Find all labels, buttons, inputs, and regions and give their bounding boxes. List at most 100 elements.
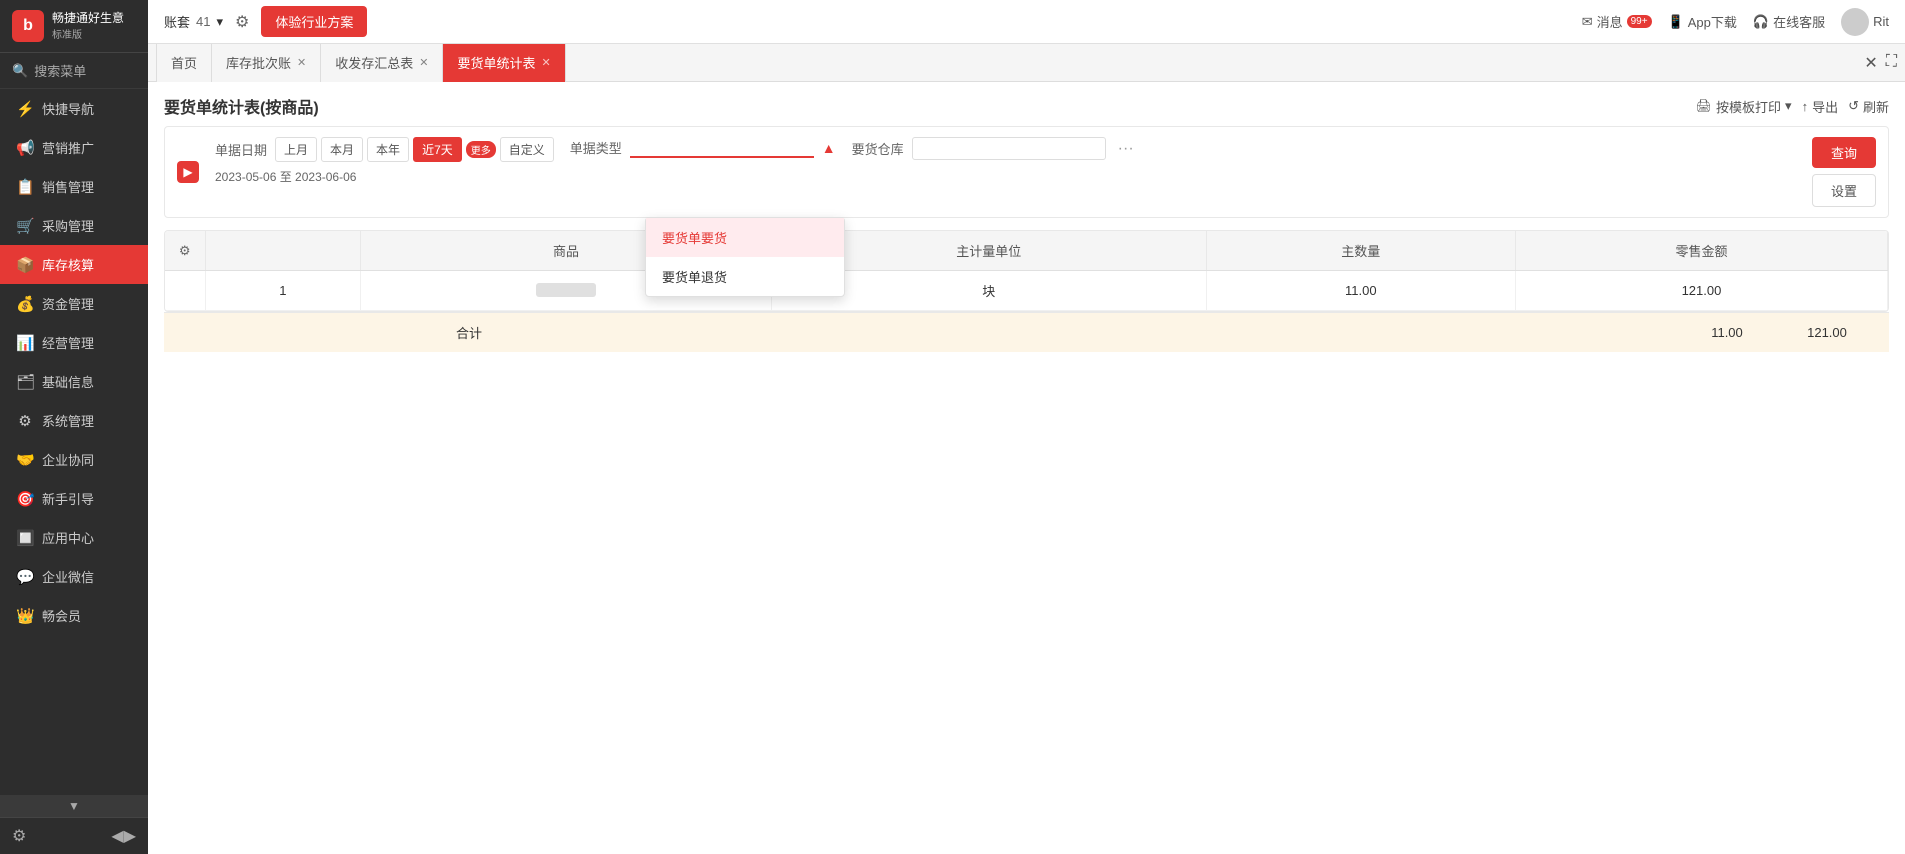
tab-order-stats-close[interactable]: ✕ [542, 56, 551, 69]
basic-icon: 🗂 [16, 373, 34, 391]
row-index: 1 [205, 271, 361, 311]
col-quantity: 主数量 [1206, 231, 1515, 271]
tab-receive-summary[interactable]: 收发存汇总表 ✕ [321, 44, 443, 82]
search-menu[interactable]: 🔍 搜索菜单 [0, 53, 148, 89]
topbar-gear-icon[interactable]: ⚙ [235, 12, 249, 32]
date-curr-month[interactable]: 本月 [321, 137, 363, 162]
date-prev-month[interactable]: 上月 [275, 137, 317, 162]
sidebar-item-enterprise[interactable]: 🤝 企业协同 [0, 440, 148, 479]
sidebar-item-label: 新手引导 [42, 489, 94, 508]
sidebar-item-sales[interactable]: 📋 销售管理 [0, 167, 148, 206]
collapse-icon[interactable]: ◀▶ [111, 826, 136, 846]
filter-bar: ▶ 单据日期 上月 本月 本年 近7天 更多 自定义 20 [164, 126, 1889, 218]
brand-sub: 标准版 [52, 26, 124, 41]
account-selector[interactable]: 账套 41 ▾ [164, 12, 223, 31]
table-container: ⚙ 商品 主计量单位 主数量 零售金额 1 [164, 230, 1889, 312]
page-container: 要货单统计表(按商品) 🖨 按模板打印 ▾ ↑ 导出 ↺ 刷新 ▶ [148, 82, 1905, 854]
sidebar-nav: ⚡ 快捷导航 📢 营销推广 📋 销售管理 🛒 采购管理 📦 库存核算 💰 资金管… [0, 89, 148, 795]
dropdown-item-order-return[interactable]: 要货单退货 [646, 257, 844, 296]
filter-actions: 查询 设置 [1812, 137, 1876, 207]
date-7days[interactable]: 近7天 [413, 137, 462, 162]
tab-inventory-batch[interactable]: 库存批次账 ✕ [212, 44, 321, 82]
sidebar-item-inventory[interactable]: 📦 库存核算 [0, 245, 148, 284]
date-range: 2023-05-06 至 2023-06-06 [215, 168, 554, 185]
sidebar-item-label: 库存核算 [42, 255, 94, 274]
date-more-badge[interactable]: 更多 [466, 141, 496, 158]
type-filter-chevron-up[interactable]: ▲ [822, 140, 836, 156]
sidebar-item-purchase[interactable]: 🛒 采购管理 [0, 206, 148, 245]
user-profile[interactable]: Rit [1841, 8, 1889, 36]
topbar-left: 账套 41 ▾ ⚙ 体验行业方案 [164, 6, 367, 37]
tab-order-stats[interactable]: 要货单统计表 ✕ [443, 44, 565, 82]
warehouse-more-icon[interactable]: ··· [1118, 140, 1134, 158]
refresh-button[interactable]: ↺ 刷新 [1848, 97, 1889, 116]
warehouse-filter-group: 要货仓库 ··· [852, 137, 1134, 160]
page-actions: 🖨 按模板打印 ▾ ↑ 导出 ↺ 刷新 [1696, 97, 1890, 116]
total-quantity: 11.00 [1677, 325, 1777, 340]
sidebar-item-label: 基础信息 [42, 372, 94, 391]
date-filter-col: 单据日期 上月 本月 本年 近7天 更多 自定义 2023-05-06 至 20… [215, 137, 554, 185]
sidebar-item-apps[interactable]: 🔲 应用中心 [0, 518, 148, 557]
sidebar-scroll-down[interactable]: ▼ [0, 795, 148, 817]
tab-receive-summary-close[interactable]: ✕ [419, 56, 428, 69]
data-table: ⚙ 商品 主计量单位 主数量 零售金额 1 [165, 231, 1888, 311]
date-custom[interactable]: 自定义 [500, 137, 554, 162]
sidebar-item-finance[interactable]: 💰 资金管理 [0, 284, 148, 323]
tab-receive-summary-label: 收发存汇总表 [335, 53, 413, 72]
filter-expand-button[interactable]: ▶ [177, 161, 199, 183]
online-service-button[interactable]: 🎧 在线客服 [1753, 12, 1825, 31]
sidebar-item-quick-nav[interactable]: ⚡ 快捷导航 [0, 89, 148, 128]
col-index [205, 231, 361, 271]
warehouse-filter-input[interactable] [912, 137, 1106, 160]
sidebar-item-label: 系统管理 [42, 411, 94, 430]
export-icon: ↑ [1802, 99, 1809, 114]
sidebar-item-system[interactable]: ⚙ 系统管理 [0, 401, 148, 440]
sidebar-item-label: 营销推广 [42, 138, 94, 157]
sidebar-item-label: 应用中心 [42, 528, 94, 547]
tab-inventory-batch-label: 库存批次账 [226, 53, 291, 72]
total-amount: 121.00 [1777, 325, 1877, 340]
tab-home[interactable]: 首页 [156, 44, 212, 82]
tab-home-label: 首页 [171, 53, 197, 72]
avatar [1841, 8, 1869, 36]
tab-expand-icon[interactable]: ⛶ [1886, 53, 1897, 73]
table-settings-icon[interactable]: ⚙ [179, 243, 191, 258]
finance-icon: 💰 [16, 295, 34, 313]
service-icon: 🎧 [1753, 14, 1769, 30]
account-num: 41 [196, 14, 210, 29]
tab-inventory-batch-close[interactable]: ✕ [297, 56, 306, 69]
tab-close-all-icon[interactable]: ✕ [1864, 53, 1877, 73]
settings-footer-icon[interactable]: ⚙ [12, 826, 26, 846]
sidebar-item-operations[interactable]: 📊 经营管理 [0, 323, 148, 362]
tab-order-stats-label: 要货单统计表 [457, 53, 535, 72]
trial-button[interactable]: 体验行业方案 [261, 6, 367, 37]
sidebar-item-marketing[interactable]: 📢 营销推广 [0, 128, 148, 167]
type-filter-input[interactable] [630, 137, 814, 158]
export-button[interactable]: ↑ 导出 [1802, 97, 1839, 116]
page-title: 要货单统计表(按商品) [164, 94, 319, 118]
operations-icon: 📊 [16, 334, 34, 352]
tabbar: 首页 库存批次账 ✕ 收发存汇总表 ✕ 要货单统计表 ✕ ✕ ⛶ [148, 44, 1905, 82]
print-template-button[interactable]: 🖨 按模板打印 ▾ [1696, 97, 1792, 116]
sidebar: b 畅捷通好生意 标准版 🔍 搜索菜单 ⚡ 快捷导航 📢 营销推广 📋 销售管理… [0, 0, 148, 854]
marketing-icon: 📢 [16, 139, 34, 157]
sidebar-item-guide[interactable]: 🎯 新手引导 [0, 479, 148, 518]
app-logo: b [12, 10, 44, 42]
sidebar-item-basic[interactable]: 🗂 基础信息 [0, 362, 148, 401]
brand-name: 畅捷通好生意 [52, 11, 124, 27]
sidebar-item-wechat[interactable]: 💬 企业微信 [0, 557, 148, 596]
sidebar-item-members[interactable]: 👑 畅会员 [0, 596, 148, 635]
download-icon: 📱 [1668, 14, 1684, 30]
table-row: 1 块 11.00 121.00 [165, 271, 1888, 311]
date-filter-group: 单据日期 上月 本月 本年 近7天 更多 自定义 [215, 137, 554, 162]
sidebar-item-label: 经营管理 [42, 333, 94, 352]
settings-button[interactable]: 设置 [1812, 174, 1876, 207]
date-curr-year[interactable]: 本年 [367, 137, 409, 162]
app-download-button[interactable]: 📱 App下载 [1668, 12, 1737, 31]
topbar: 账套 41 ▾ ⚙ 体验行业方案 ✉ 消息 99+ 📱 App下载 🎧 在线客服 [148, 0, 1905, 44]
messages-button[interactable]: ✉ 消息 99+ [1582, 12, 1652, 31]
table-footer: 合计 11.00 121.00 [164, 312, 1889, 352]
print-chevron-icon: ▾ [1785, 98, 1792, 114]
dropdown-item-order-goods[interactable]: 要货单要货 [646, 218, 844, 257]
query-button[interactable]: 查询 [1812, 137, 1876, 168]
